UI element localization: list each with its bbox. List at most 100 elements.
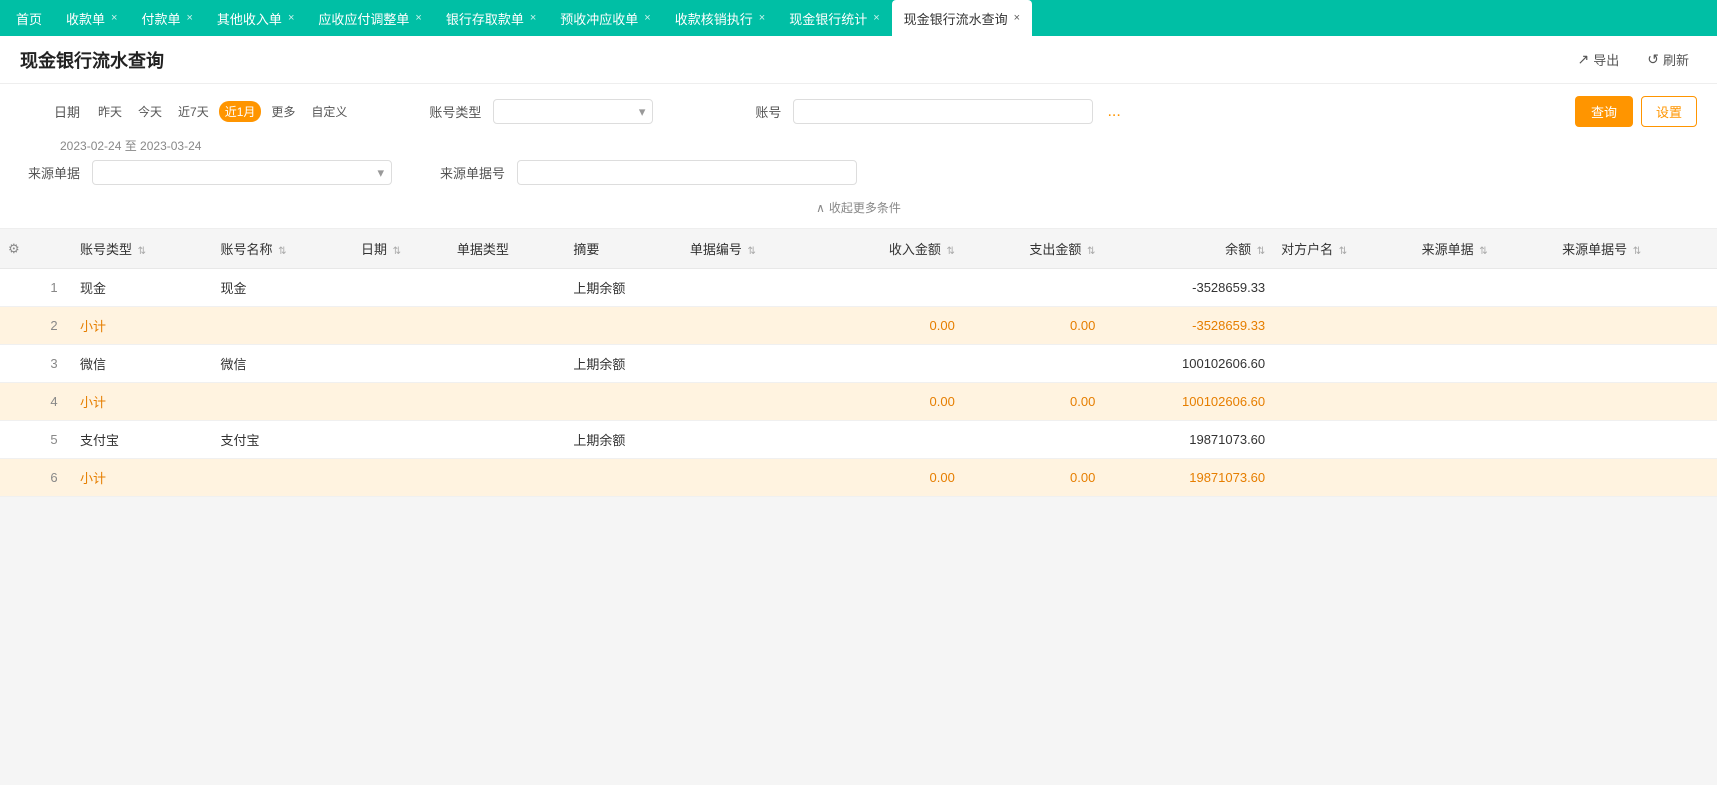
- table-row: 3微信微信上期余额100102606.60: [0, 345, 1717, 383]
- sort-icon-expense[interactable]: ⇅: [1087, 246, 1095, 257]
- income-cell: 0.00: [822, 307, 962, 345]
- table-row: 4小计0.000.00100102606.60: [0, 383, 1717, 421]
- nav-tab-flow-query[interactable]: 现金银行流水查询 ×: [892, 0, 1032, 36]
- th-settings: ⚙: [0, 229, 36, 269]
- export-button[interactable]: ↗ 导出: [1570, 46, 1628, 73]
- expense-cell: 0.00: [963, 307, 1103, 345]
- close-icon[interactable]: ×: [644, 12, 650, 24]
- sort-icon-account-type[interactable]: ⇅: [138, 246, 146, 257]
- row-num: 6: [36, 459, 72, 497]
- main-table: ⚙ 账号类型 ⇅ 账号名称 ⇅ 日期 ⇅ 单据类型: [0, 229, 1717, 497]
- expense-cell: [963, 345, 1103, 383]
- chevron-up-icon: ∧: [816, 201, 825, 215]
- th-account-name-label: 账号名称: [220, 242, 272, 257]
- income-cell: 0.00: [822, 459, 962, 497]
- nav-tab-statistics[interactable]: 现金银行统计 ×: [777, 0, 891, 36]
- th-balance: 余额 ⇅: [1103, 229, 1273, 269]
- page-title: 现金银行流水查询: [20, 47, 164, 73]
- nav-tab-other-income[interactable]: 其他收入单 ×: [205, 0, 306, 36]
- dots-button[interactable]: ...: [1101, 103, 1126, 121]
- date-btn-more[interactable]: 更多: [265, 101, 301, 122]
- page-header: 现金银行流水查询 ↗ 导出 ↺ 刷新: [0, 36, 1717, 84]
- th-summary: 摘要: [565, 229, 681, 269]
- filter-row-1: 日期 昨天 今天 近7天 近1月 更多 自定义 账号类型 账号 ... 查询 设…: [20, 96, 1697, 127]
- sort-icon-source-doc-no[interactable]: ⇅: [1633, 246, 1641, 257]
- row-num: 1: [36, 269, 72, 307]
- sort-icon-source-doc[interactable]: ⇅: [1479, 246, 1487, 257]
- th-doc-type: 单据类型: [449, 229, 565, 269]
- balance-cell: -3528659.33: [1103, 269, 1273, 307]
- date-range-display: 2023-02-24 至 2023-03-24: [60, 139, 201, 153]
- nav-tab-adjustment[interactable]: 应收应付调整单 ×: [306, 0, 433, 36]
- collapse-bar[interactable]: ∧ 收起更多条件: [20, 195, 1697, 224]
- nav-tab-advance[interactable]: 预收冲应收单 ×: [548, 0, 662, 36]
- source-doc-select[interactable]: [92, 160, 392, 185]
- th-expense-label: 支出金额: [1029, 242, 1081, 257]
- date-btn-custom[interactable]: 自定义: [305, 101, 353, 122]
- close-icon[interactable]: ×: [530, 12, 536, 24]
- header-actions: ↗ 导出 ↺ 刷新: [1570, 46, 1698, 73]
- sort-icon-counterpart[interactable]: ⇅: [1339, 246, 1347, 257]
- sort-icon-balance[interactable]: ⇅: [1257, 246, 1265, 257]
- nav-tab-payment[interactable]: 付款单 ×: [129, 0, 204, 36]
- th-account-name: 账号名称 ⇅: [212, 229, 352, 269]
- filter-row-2: 来源单据 来源单据号: [20, 160, 1697, 185]
- nav-tab-collection[interactable]: 收款核销执行 ×: [663, 0, 777, 36]
- account-type-label: 账号类型: [421, 102, 481, 121]
- balance-cell: 19871073.60: [1103, 421, 1273, 459]
- close-icon[interactable]: ×: [111, 12, 117, 24]
- account-input[interactable]: [793, 99, 1093, 124]
- nav-tab-bank-deposit[interactable]: 银行存取款单 ×: [434, 0, 548, 36]
- close-icon[interactable]: ×: [186, 12, 192, 24]
- balance-cell: 19871073.60: [1103, 459, 1273, 497]
- balance-cell: -3528659.33: [1103, 307, 1273, 345]
- row-num: 2: [36, 307, 72, 345]
- close-icon[interactable]: ×: [759, 12, 765, 24]
- sort-icon-account-name[interactable]: ⇅: [278, 246, 286, 257]
- source-doc-select-wrapper: [92, 160, 392, 185]
- th-source-doc-no: 来源单据号 ⇅: [1554, 229, 1717, 269]
- gear-icon[interactable]: ⚙: [8, 241, 20, 256]
- nav-tab-home[interactable]: 首页: [4, 0, 54, 36]
- expense-cell: [963, 421, 1103, 459]
- th-date: 日期 ⇅: [353, 229, 449, 269]
- date-btn-7days[interactable]: 近7天: [172, 101, 215, 122]
- th-date-label: 日期: [361, 242, 387, 257]
- table-header-row: ⚙ 账号类型 ⇅ 账号名称 ⇅ 日期 ⇅ 单据类型: [0, 229, 1717, 269]
- th-income: 收入金额 ⇅: [822, 229, 962, 269]
- th-source-doc: 来源单据 ⇅: [1414, 229, 1554, 269]
- sort-icon-income[interactable]: ⇅: [946, 246, 954, 257]
- top-nav: 首页 收款单 × 付款单 × 其他收入单 × 应收应付调整单 × 银行存取款单 …: [0, 0, 1717, 36]
- income-cell: [822, 345, 962, 383]
- date-btn-today[interactable]: 今天: [132, 101, 168, 122]
- export-icon: ↗: [1578, 51, 1590, 68]
- date-btn-1month[interactable]: 近1月: [219, 101, 262, 122]
- table-wrapper: ⚙ 账号类型 ⇅ 账号名称 ⇅ 日期 ⇅ 单据类型: [0, 229, 1717, 497]
- query-button[interactable]: 查询: [1575, 96, 1633, 127]
- table-row: 5支付宝支付宝上期余额19871073.60: [0, 421, 1717, 459]
- th-summary-label: 摘要: [573, 242, 599, 257]
- date-btn-yesterday[interactable]: 昨天: [92, 101, 128, 122]
- settings-button[interactable]: 设置: [1641, 96, 1697, 127]
- th-expense: 支出金额 ⇅: [963, 229, 1103, 269]
- th-balance-label: 余额: [1225, 242, 1251, 257]
- close-icon[interactable]: ×: [415, 12, 421, 24]
- sort-icon-date[interactable]: ⇅: [393, 246, 401, 257]
- th-account-type: 账号类型 ⇅: [72, 229, 212, 269]
- table-body: 1现金现金上期余额-3528659.332小计0.000.00-3528659.…: [0, 269, 1717, 497]
- source-doc-label: 来源单据: [20, 163, 80, 182]
- refresh-button[interactable]: ↺ 刷新: [1639, 46, 1697, 73]
- income-cell: [822, 421, 962, 459]
- close-icon[interactable]: ×: [873, 12, 879, 24]
- sort-icon-doc-no[interactable]: ⇅: [748, 246, 756, 257]
- nav-tab-receipt[interactable]: 收款单 ×: [54, 0, 129, 36]
- close-icon[interactable]: ×: [288, 12, 294, 24]
- expense-cell: 0.00: [963, 459, 1103, 497]
- account-type-select[interactable]: [493, 99, 653, 124]
- row-num: 4: [36, 383, 72, 421]
- source-doc-no-input[interactable]: [517, 160, 857, 185]
- filter-area: 日期 昨天 今天 近7天 近1月 更多 自定义 账号类型 账号 ... 查询 设…: [0, 84, 1717, 229]
- row-num: 5: [36, 421, 72, 459]
- close-icon[interactable]: ×: [1014, 12, 1020, 24]
- income-cell: [822, 269, 962, 307]
